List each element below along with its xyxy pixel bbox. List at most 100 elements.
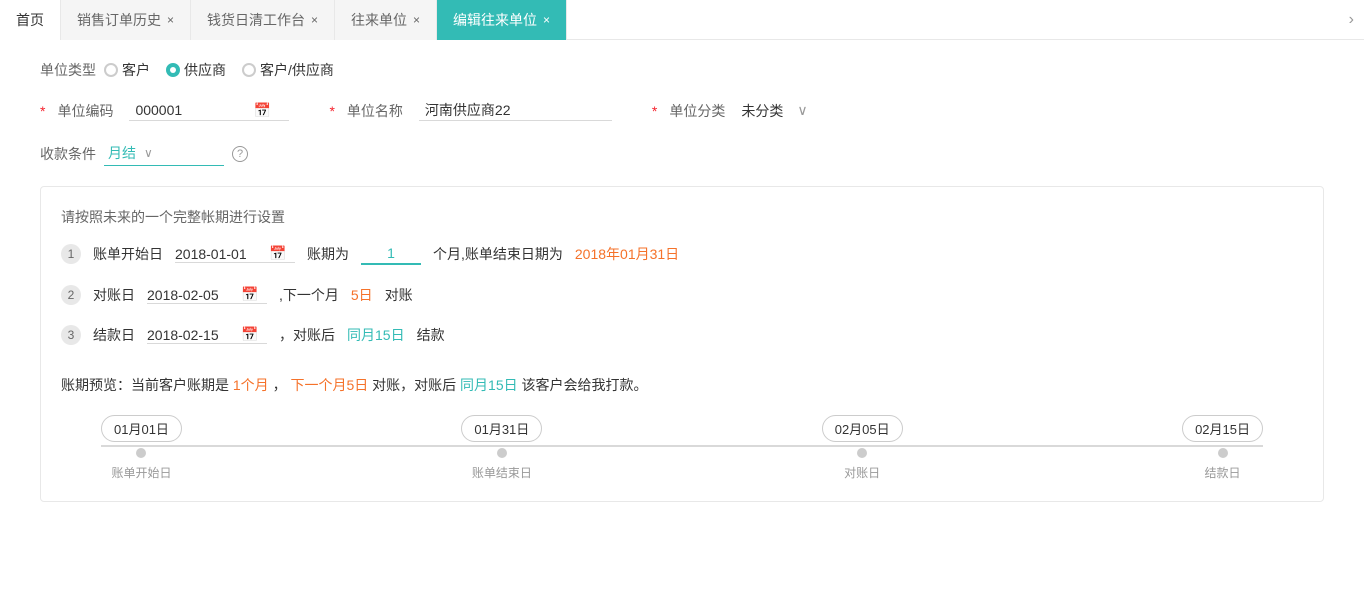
step-2-desc-pre: ,下一个月	[279, 285, 339, 305]
timeline-node-4: 02月15日 结款日	[1182, 415, 1263, 481]
unit-code-group: * 单位编码 📅	[40, 100, 289, 121]
section-hint: 请按照未来的一个完整帐期进行设置	[61, 207, 1303, 227]
unit-name-group: * 单位名称	[329, 100, 611, 121]
step-3-calendar-icon[interactable]: 📅	[237, 326, 262, 343]
unit-code-icon[interactable]: 📅	[249, 102, 274, 119]
unit-type-label: 单位类型	[40, 60, 96, 80]
radio-supplier[interactable]: 供应商	[166, 60, 226, 80]
step-2-row: 2 对账日 📅 ,下一个月 5日 对账	[61, 285, 1303, 305]
timeline-dot-1	[136, 448, 146, 458]
preview-comma1: ，	[273, 377, 287, 393]
step-1-calendar-icon[interactable]: 📅	[265, 245, 290, 262]
radio-supplier-label: 供应商	[184, 60, 226, 80]
unit-code-label: 单位编码	[57, 101, 113, 121]
step-2-date-input: 📅	[147, 286, 267, 304]
tab-sales-history-label: 销售订单历史	[77, 10, 161, 30]
tab-partner-unit-close[interactable]: ×	[413, 13, 420, 27]
timeline-node-2: 01月31日 账单结束日	[461, 415, 542, 481]
tab-edit-partner-label: 编辑往来单位	[453, 10, 537, 30]
unit-name-input[interactable]	[419, 100, 612, 121]
unit-category-required: *	[652, 103, 657, 119]
step-1-period-input[interactable]	[361, 243, 421, 265]
unit-code-input-wrapper: 📅	[129, 100, 289, 121]
timeline-node-1: 01月01日 账单开始日	[101, 415, 182, 481]
step-1-date-field[interactable]	[175, 246, 265, 262]
unit-name-label: 单位名称	[347, 101, 403, 121]
tabs-bar: 首页 销售订单历史 × 钱货日清工作台 × 往来单位 × 编辑往来单位 × ›	[0, 0, 1364, 40]
unit-info-row: * 单位编码 📅 * 单位名称 * 单位分类 未分类 ∨	[40, 100, 1324, 121]
payment-terms-arrow: ∨	[144, 146, 153, 160]
tab-sales-history-close[interactable]: ×	[167, 13, 174, 27]
timeline-dot-3	[857, 448, 867, 458]
preview-part3: 同月15日	[460, 377, 518, 393]
main-content: 单位类型 客户 供应商 客户/供应商 * 单位编码 📅	[0, 40, 1364, 608]
step-3-label: 结款日	[93, 325, 135, 345]
radio-supplier-circle	[166, 63, 180, 77]
timeline-pill-3: 02月05日	[822, 415, 903, 442]
step-2-label: 对账日	[93, 285, 135, 305]
payment-terms-help[interactable]: ?	[232, 146, 248, 162]
tab-sales-history[interactable]: 销售订单历史 ×	[61, 0, 191, 40]
tab-cash-work[interactable]: 钱货日清工作台 ×	[191, 0, 335, 40]
step-3-desc-highlight: 同月15日	[347, 325, 405, 345]
payment-terms-label: 收款条件	[40, 144, 96, 164]
unit-category-dropdown[interactable]: ∨	[797, 102, 807, 119]
tab-cash-work-label: 钱货日清工作台	[207, 10, 305, 30]
radio-customer-circle	[104, 63, 118, 77]
step-2-desc-highlight: 5日	[351, 285, 373, 305]
step-1-label: 账单开始日	[93, 244, 163, 264]
unit-category-value: 未分类	[741, 101, 783, 121]
step-1-row: 1 账单开始日 📅 账期为 个月,账单结束日期为 2018年01月31日	[61, 243, 1303, 265]
step-1-period-unit: 个月,账单结束日期为	[433, 244, 563, 264]
step-3-desc-pre: ，对账后	[279, 325, 335, 345]
step-3-desc-post: 结款	[417, 325, 445, 345]
timeline-pill-4: 02月15日	[1182, 415, 1263, 442]
payment-terms-row: 收款条件 月结 ∨ ?	[40, 141, 1324, 166]
radio-customer-label: 客户	[122, 60, 150, 80]
timeline-line	[101, 445, 1263, 447]
timeline-label-1: 账单开始日	[111, 464, 171, 481]
timeline-node-3: 02月05日 对账日	[822, 415, 903, 481]
unit-name-required: *	[329, 103, 334, 119]
unit-type-radio-group: 客户 供应商 客户/供应商	[104, 60, 334, 80]
step-1-period-end: 2018年01月31日	[575, 244, 679, 264]
settings-section: 请按照未来的一个完整帐期进行设置 1 账单开始日 📅 账期为 个月,账单结束日期…	[40, 186, 1324, 502]
timeline-dot-4	[1218, 448, 1228, 458]
tab-partner-unit-label: 往来单位	[351, 10, 407, 30]
tabs-scroll-arrow[interactable]: ›	[1339, 11, 1364, 29]
radio-both-label: 客户/供应商	[260, 60, 334, 80]
timeline-nodes: 01月01日 账单开始日 01月31日 账单结束日 02月05日 对账日 02月…	[61, 415, 1303, 481]
tab-home-label: 首页	[16, 10, 44, 30]
step-2-num: 2	[61, 285, 81, 305]
tab-edit-partner-close[interactable]: ×	[543, 13, 550, 27]
preview-part2: 下一个月5日	[290, 377, 368, 393]
tab-home[interactable]: 首页	[0, 0, 61, 40]
tab-cash-work-close[interactable]: ×	[311, 13, 318, 27]
step-2-calendar-icon[interactable]: 📅	[237, 286, 262, 303]
step-1-date-input: 📅	[175, 245, 295, 263]
payment-terms-select[interactable]: 月结 ∨	[104, 141, 224, 166]
preview-prefix: 账期预览：当前客户账期是	[61, 377, 229, 393]
unit-code-required: *	[40, 103, 45, 119]
step-2-date-field[interactable]	[147, 287, 237, 303]
step-3-row: 3 结款日 📅 ，对账后 同月15日 结款	[61, 325, 1303, 345]
unit-code-input[interactable]	[129, 100, 249, 120]
step-3-num: 3	[61, 325, 81, 345]
radio-both[interactable]: 客户/供应商	[242, 60, 334, 80]
step-1-num: 1	[61, 244, 81, 264]
timeline: 01月01日 账单开始日 01月31日 账单结束日 02月05日 对账日 02月…	[61, 415, 1303, 481]
timeline-pill-2: 01月31日	[461, 415, 542, 442]
timeline-dot-2	[497, 448, 507, 458]
timeline-label-2: 账单结束日	[472, 464, 532, 481]
tab-edit-partner[interactable]: 编辑往来单位 ×	[437, 0, 567, 40]
preview-middle: 对账，对账后	[372, 377, 456, 393]
step-3-date-field[interactable]	[147, 327, 237, 343]
tab-partner-unit[interactable]: 往来单位 ×	[335, 0, 437, 40]
radio-both-circle	[242, 63, 256, 77]
timeline-label-3: 对账日	[844, 464, 880, 481]
preview-part1: 1个月	[233, 377, 269, 393]
unit-category-label: 单位分类	[669, 101, 725, 121]
payment-terms-value: 月结	[104, 141, 140, 165]
radio-customer[interactable]: 客户	[104, 60, 150, 80]
unit-category-group: * 单位分类 未分类 ∨	[652, 101, 808, 121]
